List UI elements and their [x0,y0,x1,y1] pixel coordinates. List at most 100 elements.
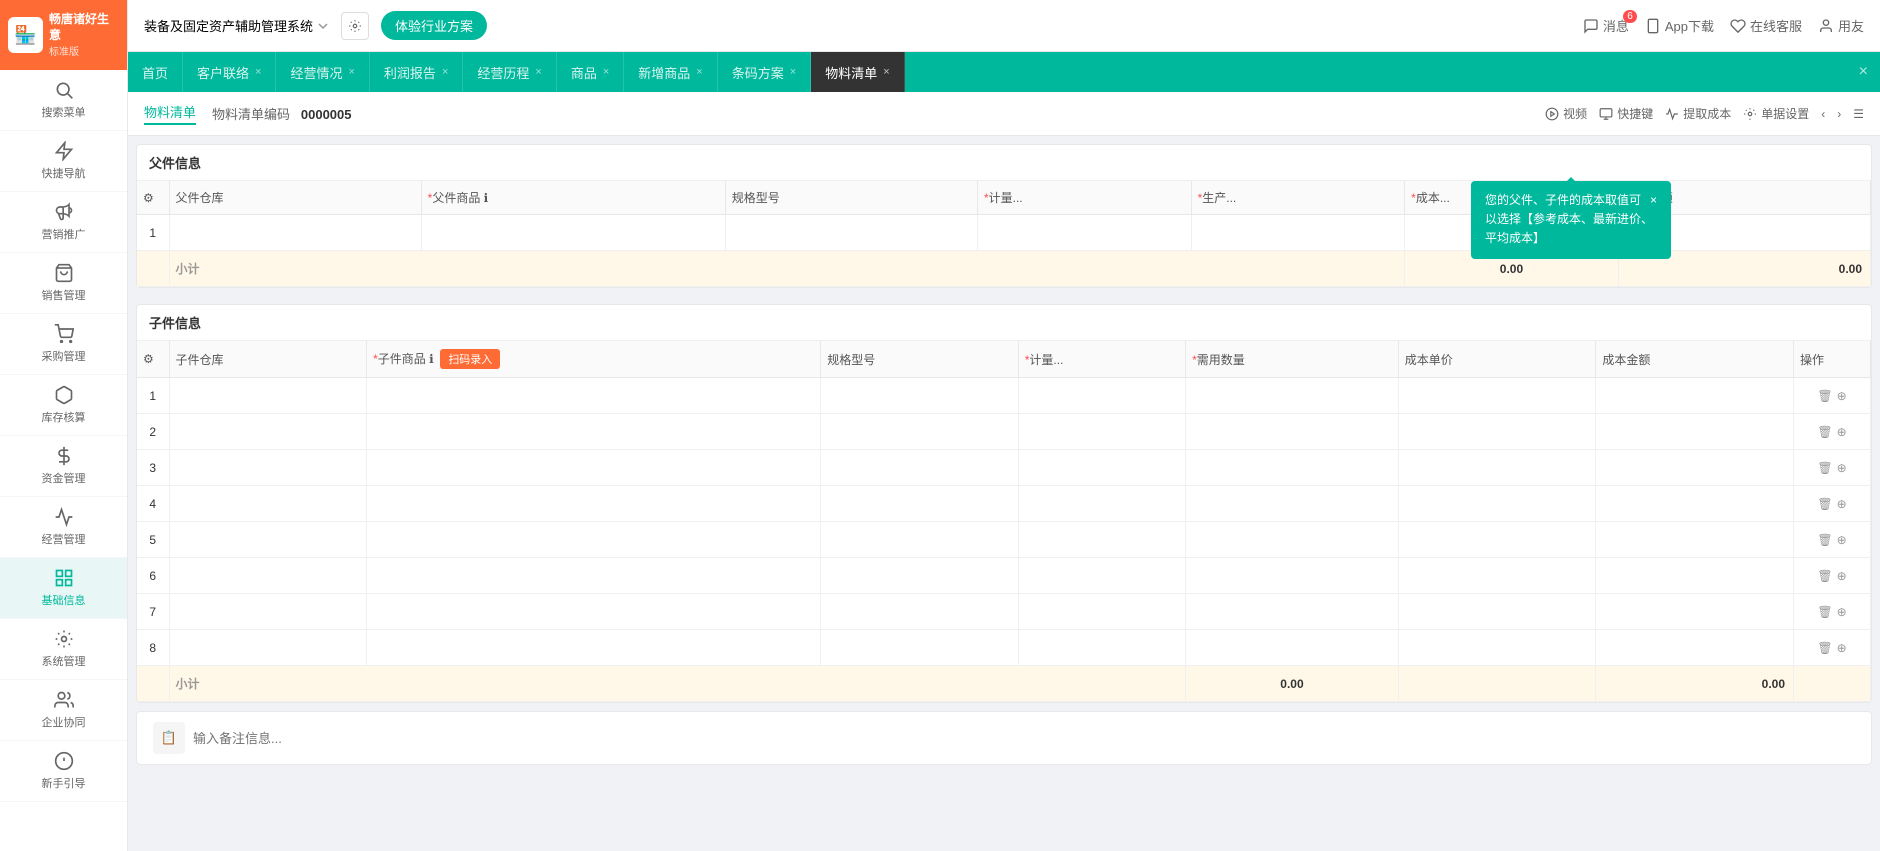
user-btn[interactable]: 用友 [1818,16,1864,35]
sidebar-item-search[interactable]: 搜索菜单 [0,70,127,131]
tab-barcode[interactable]: 条码方案 × [718,52,811,92]
child-cell-spec-8[interactable] [821,630,1019,666]
parent-cell-product-1[interactable] [421,215,725,251]
child-cell-unitcost-2[interactable] [1398,414,1596,450]
tab-bom[interactable]: 物料清单 × [811,52,904,92]
child-cell-warehouse-5[interactable] [169,522,367,558]
tooltip-close-btn[interactable]: × [1650,191,1657,210]
child-cell-warehouse-2[interactable] [169,414,367,450]
sidebar-item-guide[interactable]: 新手引导 [0,741,127,802]
child-cell-qty-6[interactable] [1186,558,1399,594]
child-cell-qty-7[interactable] [1186,594,1399,630]
delete-icon-2[interactable]: 🗑 [1817,425,1832,439]
child-cell-unit-1[interactable] [1018,378,1185,414]
view-toggle[interactable]: ☰ [1853,107,1864,121]
child-cell-product-1[interactable] [367,378,821,414]
copy-icon-6[interactable]: ⊕ [1837,569,1847,583]
copy-icon-3[interactable]: ⊕ [1837,461,1847,475]
shortcut-btn[interactable]: 快捷键 [1599,105,1653,122]
child-cell-warehouse-7[interactable] [169,594,367,630]
child-cell-qty-2[interactable] [1186,414,1399,450]
tab-close-history[interactable]: × [535,66,541,78]
tab-profit[interactable]: 利润报告 × [370,52,463,92]
child-cell-product-5[interactable] [367,522,821,558]
tab-history[interactable]: 经营历程 × [463,52,556,92]
child-cell-warehouse-4[interactable] [169,486,367,522]
child-cell-spec-7[interactable] [821,594,1019,630]
app-download-btn[interactable]: App下载 [1645,16,1714,35]
child-cell-spec-6[interactable] [821,558,1019,594]
child-cell-warehouse-6[interactable] [169,558,367,594]
page-tab-list[interactable]: 物料清单 [144,102,196,125]
child-cell-product-6[interactable] [367,558,821,594]
sidebar-item-enterprise[interactable]: 企业协同 [0,680,127,741]
parent-cell-spec-1[interactable] [725,215,977,251]
child-cell-unitcost-6[interactable] [1398,558,1596,594]
system-select[interactable]: 装备及固定资产辅助管理系统 [144,16,329,35]
child-cell-unitcost-5[interactable] [1398,522,1596,558]
tab-new-goods[interactable]: 新增商品 × [624,52,717,92]
sidebar-item-sales[interactable]: 销售管理 [0,253,127,314]
tab-goods[interactable]: 商品 × [557,52,624,92]
child-cell-unit-2[interactable] [1018,414,1185,450]
delete-icon-8[interactable]: 🗑 [1817,641,1832,655]
child-cell-unitcost-8[interactable] [1398,630,1596,666]
child-cell-spec-3[interactable] [821,450,1019,486]
child-cell-product-7[interactable] [367,594,821,630]
message-btn[interactable]: 消息 6 [1583,16,1629,35]
child-cell-unit-4[interactable] [1018,486,1185,522]
child-cell-spec-4[interactable] [821,486,1019,522]
child-cell-qty-8[interactable] [1186,630,1399,666]
tab-close-operations[interactable]: × [348,66,354,78]
copy-icon-4[interactable]: ⊕ [1837,497,1847,511]
delete-icon-4[interactable]: 🗑 [1817,497,1832,511]
sidebar-item-inventory[interactable]: 库存核算 [0,375,127,436]
child-cell-unitcost-3[interactable] [1398,450,1596,486]
tab-close-bom[interactable]: × [883,66,889,78]
tab-customers[interactable]: 客户联络 × [183,52,276,92]
copy-icon-5[interactable]: ⊕ [1837,533,1847,547]
delete-icon-6[interactable]: 🗑 [1817,569,1832,583]
child-cell-product-2[interactable] [367,414,821,450]
extract-cost-btn[interactable]: 提取成本 [1665,105,1731,122]
child-cell-unit-8[interactable] [1018,630,1185,666]
child-th-gear[interactable]: ⚙ [137,341,169,378]
parent-cell-unit-1[interactable] [977,215,1191,251]
delete-icon-5[interactable]: 🗑 [1817,533,1832,547]
delete-icon-3[interactable]: 🗑 [1817,461,1832,475]
scan-btn[interactable]: 扫码录入 [440,349,500,369]
child-cell-unitcost-4[interactable] [1398,486,1596,522]
view-video-btn[interactable]: 视频 [1545,105,1587,122]
delete-icon-1[interactable]: 🗑 [1817,389,1832,403]
tab-operations[interactable]: 经营情况 × [276,52,369,92]
child-cell-warehouse-1[interactable] [169,378,367,414]
parent-cell-production-1[interactable] [1191,215,1405,251]
delete-icon-7[interactable]: 🗑 [1817,605,1832,619]
parent-th-gear[interactable]: ⚙ [137,181,169,215]
child-cell-qty-3[interactable] [1186,450,1399,486]
child-cell-unit-7[interactable] [1018,594,1185,630]
experience-btn[interactable]: 体验行业方案 [381,11,487,40]
tab-close-barcode[interactable]: × [790,66,796,78]
child-cell-spec-5[interactable] [821,522,1019,558]
tabs-more[interactable]: × [1847,63,1880,81]
child-cell-qty-4[interactable] [1186,486,1399,522]
child-cell-qty-5[interactable] [1186,522,1399,558]
child-cell-unit-5[interactable] [1018,522,1185,558]
child-cell-product-3[interactable] [367,450,821,486]
single-settings-btn[interactable]: 单据设置 [1743,105,1809,122]
online-service-btn[interactable]: 在线客服 [1730,16,1802,35]
child-cell-unitcost-1[interactable] [1398,378,1596,414]
copy-icon-1[interactable]: ⊕ [1837,389,1847,403]
copy-icon-2[interactable]: ⊕ [1837,425,1847,439]
tab-close-goods[interactable]: × [603,66,609,78]
tab-close-customers[interactable]: × [255,66,261,78]
child-cell-spec-1[interactable] [821,378,1019,414]
child-cell-warehouse-3[interactable] [169,450,367,486]
tab-home[interactable]: 首页 [128,52,183,92]
tab-close-profit[interactable]: × [442,66,448,78]
sidebar-item-quicknav[interactable]: 快捷导航 [0,131,127,192]
sidebar-item-purchase[interactable]: 采购管理 [0,314,127,375]
sidebar-item-basic[interactable]: 基础信息 [0,558,127,619]
sidebar-item-system[interactable]: 系统管理 [0,619,127,680]
